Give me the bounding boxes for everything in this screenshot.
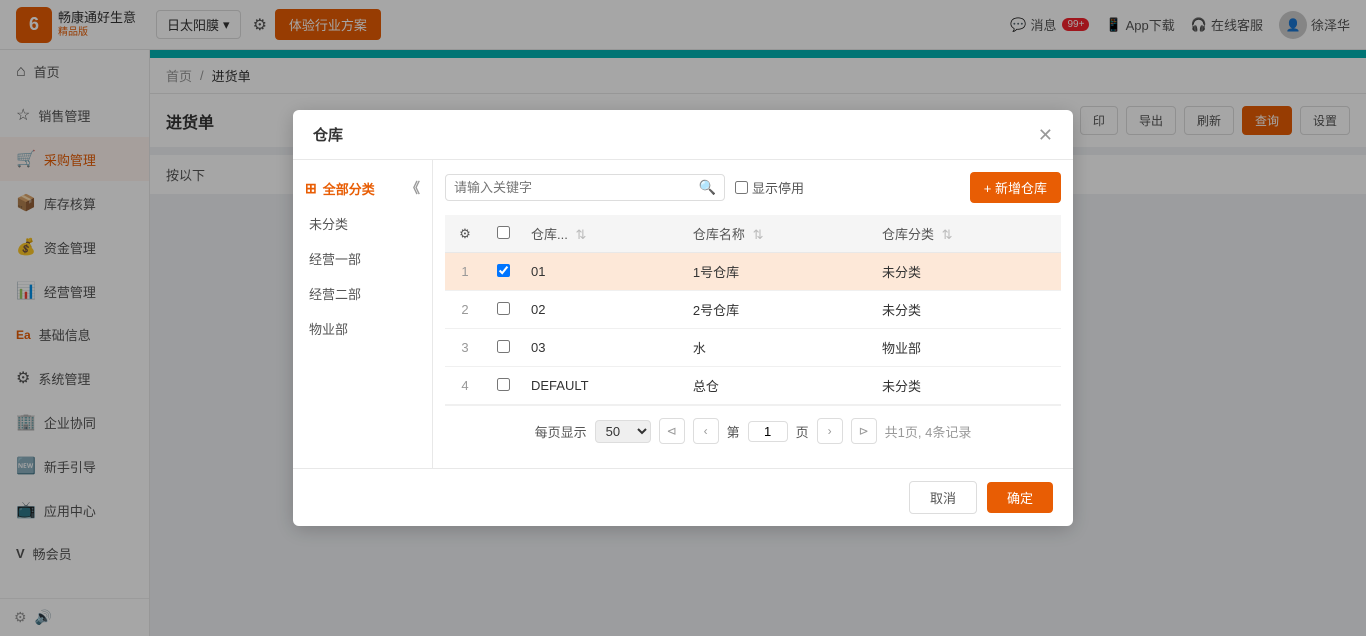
select-all-checkbox[interactable] — [497, 226, 510, 239]
dialog-header: 仓库 ✕ — [293, 110, 1073, 160]
table-row[interactable]: 4 DEFAULT 总仓 未分类 — [445, 367, 1061, 405]
row-num: 1 — [445, 253, 485, 291]
row-code: 02 — [521, 291, 683, 329]
col-header-code: 仓库... ⇅ — [521, 215, 683, 253]
row-check[interactable] — [485, 367, 521, 405]
first-page-button[interactable]: ⊲ — [659, 418, 685, 444]
category-item-3[interactable]: 物业部 — [293, 311, 432, 346]
col-header-setting[interactable]: ⚙ — [445, 215, 485, 253]
show-disabled-label[interactable]: 显示停用 — [735, 178, 804, 197]
page-size-select[interactable]: 50 20 100 — [595, 420, 651, 443]
warehouse-dialog: 仓库 ✕ ⊞ 全部分类 《 未分类 经营一部 经营二部 物业部 — [293, 110, 1073, 526]
search-box: 🔍 — [445, 174, 725, 201]
category-item-2[interactable]: 经营二部 — [293, 276, 432, 311]
row-category: 物业部 — [872, 329, 1061, 367]
table-row[interactable]: 1 01 1号仓库 未分类 — [445, 253, 1061, 291]
row-name: 总仓 — [683, 367, 872, 405]
row-code: DEFAULT — [521, 367, 683, 405]
row-check[interactable] — [485, 329, 521, 367]
pagination: 每页显示 50 20 100 ⊲ ‹ 第 页 › ⊳ 共1页, 4条记录 — [445, 405, 1061, 456]
page-info: 共1页, 4条记录 — [885, 422, 972, 441]
category-item-1[interactable]: 经营一部 — [293, 241, 432, 276]
row-code: 01 — [521, 253, 683, 291]
cancel-button[interactable]: 取消 — [909, 481, 977, 514]
table-header-row: ⚙ 仓库... ⇅ 仓库名称 ⇅ — [445, 215, 1061, 253]
row-num: 4 — [445, 367, 485, 405]
dialog-close-button[interactable]: ✕ — [1038, 126, 1053, 144]
row-num: 3 — [445, 329, 485, 367]
show-disabled-checkbox[interactable] — [735, 181, 748, 194]
table-row[interactable]: 3 03 水 物业部 — [445, 329, 1061, 367]
col-header-check — [485, 215, 521, 253]
search-input[interactable] — [454, 180, 699, 195]
all-categories-item[interactable]: ⊞ 全部分类 《 — [293, 170, 432, 206]
dialog-title: 仓库 — [313, 124, 343, 145]
row-category: 未分类 — [872, 253, 1061, 291]
table: ⚙ 仓库... ⇅ 仓库名称 ⇅ — [445, 215, 1061, 405]
dialog-footer: 取消 确定 — [293, 468, 1073, 526]
sidebar-collapse-icon[interactable]: 《 — [406, 178, 420, 198]
row-name: 1号仓库 — [683, 253, 872, 291]
add-warehouse-button[interactable]: + 新增仓库 — [970, 172, 1061, 203]
warehouse-table: ⚙ 仓库... ⇅ 仓库名称 ⇅ — [445, 215, 1061, 405]
row-category: 未分类 — [872, 367, 1061, 405]
prev-page-button[interactable]: ‹ — [693, 418, 719, 444]
row-check[interactable] — [485, 291, 521, 329]
dialog-toolbar: 🔍 显示停用 + 新增仓库 — [445, 172, 1061, 203]
sort-icon-name: ⇅ — [753, 227, 764, 242]
dialog-main: 🔍 显示停用 + 新增仓库 ⚙ — [433, 160, 1073, 468]
row-num: 2 — [445, 291, 485, 329]
table-body: 1 01 1号仓库 未分类 2 02 2号仓库 未分类 3 03 水 物业部 4… — [445, 253, 1061, 405]
grid-icon: ⊞ — [305, 180, 317, 197]
row-name: 2号仓库 — [683, 291, 872, 329]
dialog-body: ⊞ 全部分类 《 未分类 经营一部 经营二部 物业部 🔍 — [293, 160, 1073, 468]
page-number-input[interactable] — [748, 421, 788, 442]
confirm-button[interactable]: 确定 — [987, 482, 1053, 513]
category-sidebar: ⊞ 全部分类 《 未分类 经营一部 经营二部 物业部 — [293, 160, 433, 468]
next-page-button[interactable]: › — [817, 418, 843, 444]
last-page-button[interactable]: ⊳ — [851, 418, 877, 444]
table-row[interactable]: 2 02 2号仓库 未分类 — [445, 291, 1061, 329]
row-code: 03 — [521, 329, 683, 367]
modal-overlay: 仓库 ✕ ⊞ 全部分类 《 未分类 经营一部 经营二部 物业部 — [0, 0, 1366, 636]
row-category: 未分类 — [872, 291, 1061, 329]
category-item-0[interactable]: 未分类 — [293, 206, 432, 241]
search-icon: 🔍 — [699, 179, 716, 196]
row-name: 水 — [683, 329, 872, 367]
col-header-name: 仓库名称 ⇅ — [683, 215, 872, 253]
sort-icon-category: ⇅ — [942, 227, 953, 242]
col-header-category: 仓库分类 ⇅ — [872, 215, 1061, 253]
sort-icon-code: ⇅ — [575, 227, 586, 242]
row-check[interactable] — [485, 253, 521, 291]
